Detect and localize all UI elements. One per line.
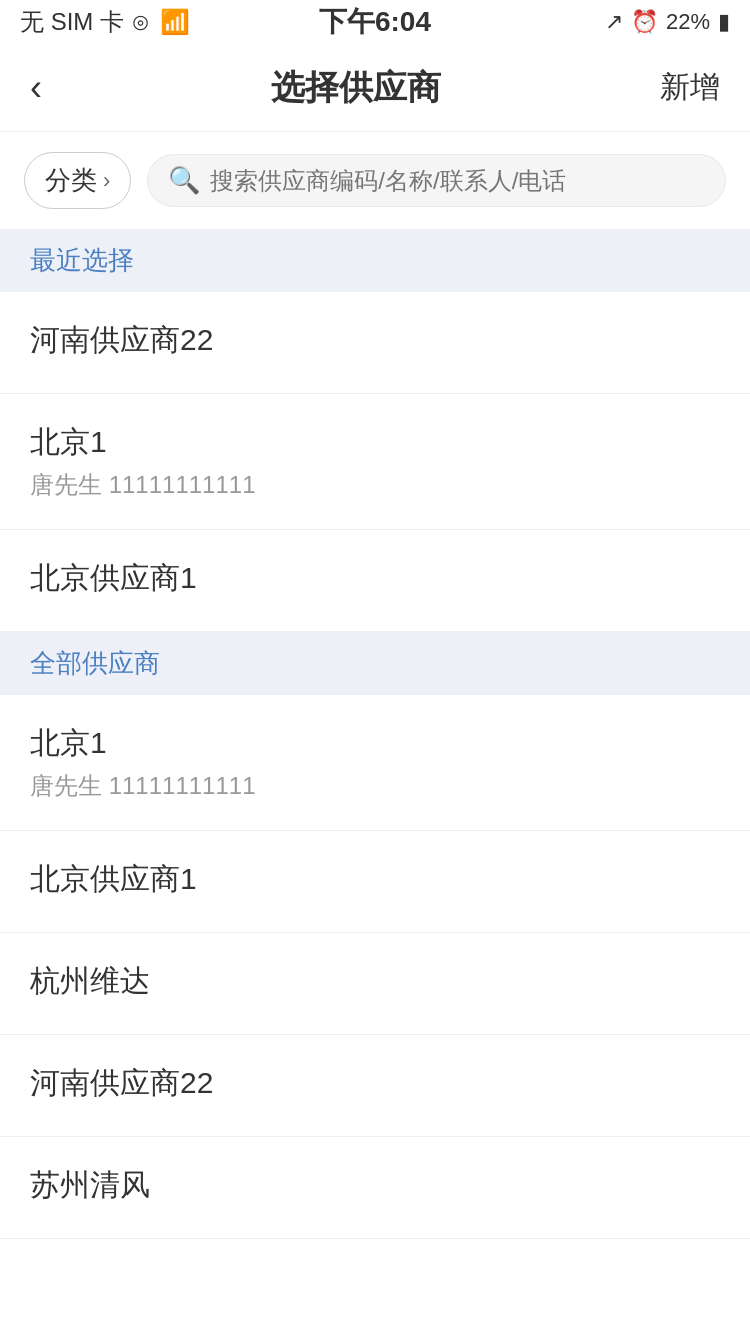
- item-name: 北京供应商1: [30, 558, 720, 599]
- list-item[interactable]: 河南供应商22: [0, 1035, 750, 1137]
- item-sub: 唐先生 11111111111: [30, 770, 720, 802]
- location-icon: ↗: [605, 9, 623, 35]
- search-input-wrap[interactable]: 🔍: [147, 154, 726, 207]
- status-bar: 无 SIM 卡 ⊙ 📶 下午6:04 ↗ ⏰ 22% ▮: [0, 0, 750, 44]
- search-input[interactable]: [210, 167, 705, 195]
- list-item[interactable]: 北京1 唐先生 11111111111: [0, 394, 750, 530]
- wifi-icon: 📶: [160, 8, 190, 36]
- item-name: 杭州维达: [30, 961, 720, 1002]
- recent-section-label: 最近选择: [30, 245, 134, 275]
- item-name: 北京1: [30, 723, 720, 764]
- battery-text: 22%: [666, 9, 710, 35]
- status-left: 无 SIM 卡 ⊙ 📶: [20, 6, 190, 38]
- search-icon: 🔍: [168, 165, 200, 196]
- search-bar: 分类 › 🔍: [0, 132, 750, 229]
- item-name: 河南供应商22: [30, 1063, 720, 1104]
- status-time: 下午6:04: [319, 3, 431, 41]
- all-items-list: 北京1 唐先生 11111111111 北京供应商1 杭州维达河南供应商22 苏州清风: [0, 695, 750, 1239]
- recent-items-list: 河南供应商22 北京1 唐先生 11111111111 北京供应商1: [0, 292, 750, 632]
- item-sub: 唐先生 11111111111: [30, 469, 720, 501]
- item-name: 北京供应商1: [30, 859, 720, 900]
- category-label: 分类: [45, 163, 97, 198]
- battery-icon: ▮: [718, 9, 730, 35]
- no-sim-text: 无 SIM 卡 ⊙: [20, 6, 150, 38]
- back-button[interactable]: ‹: [20, 57, 52, 119]
- add-button[interactable]: 新增: [660, 67, 720, 108]
- list-item[interactable]: 苏州清风: [0, 1137, 750, 1239]
- category-button[interactable]: 分类 ›: [24, 152, 131, 209]
- item-name: 苏州清风: [30, 1165, 720, 1206]
- all-section-label: 全部供应商: [30, 648, 160, 678]
- list-item[interactable]: 河南供应商22: [0, 292, 750, 394]
- list-item[interactable]: 北京1 唐先生 11111111111: [0, 695, 750, 831]
- list-item[interactable]: 北京供应商1: [0, 831, 750, 933]
- nav-bar: ‹ 选择供应商 新增: [0, 44, 750, 132]
- recent-section-header: 最近选择: [0, 229, 750, 292]
- status-right: ↗ ⏰ 22% ▮: [605, 9, 730, 35]
- item-name: 北京1: [30, 422, 720, 463]
- page-title: 选择供应商: [271, 65, 441, 111]
- all-section-header: 全部供应商: [0, 632, 750, 695]
- list-item[interactable]: 杭州维达: [0, 933, 750, 1035]
- chevron-right-icon: ›: [103, 168, 110, 194]
- list-item[interactable]: 北京供应商1: [0, 530, 750, 632]
- item-name: 河南供应商22: [30, 320, 720, 361]
- alarm-icon: ⏰: [631, 9, 658, 35]
